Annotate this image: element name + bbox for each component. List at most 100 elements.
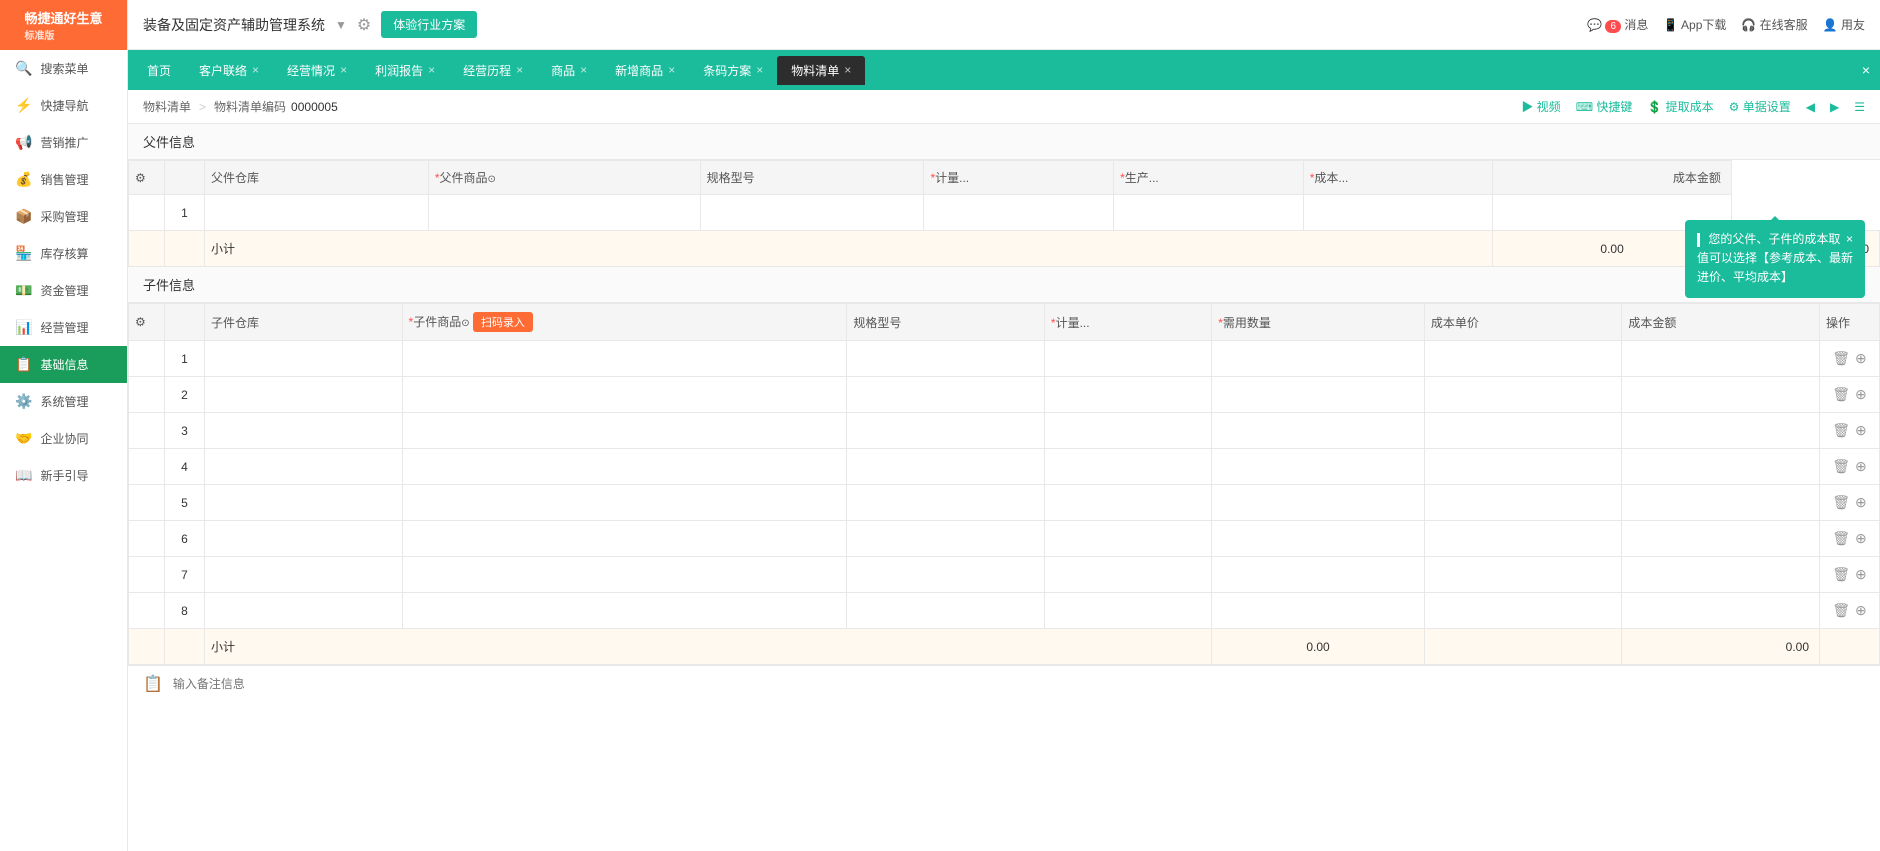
child-row5-unitcost[interactable] bbox=[1424, 485, 1622, 521]
child-row4-measure[interactable] bbox=[1044, 449, 1211, 485]
child-row2-measure[interactable] bbox=[1044, 377, 1211, 413]
child-row6-reqqty[interactable] bbox=[1212, 521, 1425, 557]
user-item[interactable]: 👤 用友 bbox=[1823, 16, 1865, 33]
child-row3-warehouse[interactable] bbox=[205, 413, 403, 449]
child-row7-measure[interactable] bbox=[1044, 557, 1211, 593]
tab-operations-close[interactable]: × bbox=[340, 63, 347, 77]
tab-goods[interactable]: 商品 × bbox=[537, 56, 601, 85]
tab-barcode[interactable]: 条码方案 × bbox=[689, 56, 777, 85]
child-row1-goods[interactable] bbox=[402, 341, 847, 377]
child-row8-warehouse[interactable] bbox=[205, 593, 403, 629]
copy-icon-row4[interactable]: ⊕ bbox=[1855, 458, 1867, 475]
copy-icon-row5[interactable]: ⊕ bbox=[1855, 494, 1867, 511]
tab-new-goods[interactable]: 新增商品 × bbox=[601, 56, 689, 85]
sidebar-item-guide[interactable]: 📖 新手引导 bbox=[0, 457, 127, 494]
child-row7-warehouse[interactable] bbox=[205, 557, 403, 593]
copy-icon-row6[interactable]: ⊕ bbox=[1855, 530, 1867, 547]
grid-view-icon[interactable]: ☰ bbox=[1854, 100, 1865, 114]
tab-customer-close[interactable]: × bbox=[252, 63, 259, 77]
nav-next[interactable]: ▶ bbox=[1830, 100, 1839, 114]
sidebar-item-search[interactable]: 🔍 搜索菜单 bbox=[0, 50, 127, 87]
scan-button[interactable]: 扫码录入 bbox=[473, 312, 533, 332]
child-row2-unitcost[interactable] bbox=[1424, 377, 1622, 413]
child-row4-spec[interactable] bbox=[847, 449, 1045, 485]
child-row2-goods[interactable] bbox=[402, 377, 847, 413]
sidebar-item-marketing[interactable]: 📢 营销推广 bbox=[0, 124, 127, 161]
action-cost[interactable]: 💲 提取成本 bbox=[1647, 98, 1713, 115]
tab-customer[interactable]: 客户联络 × bbox=[185, 56, 273, 85]
child-row4-unitcost[interactable] bbox=[1424, 449, 1622, 485]
child-row6-unitcost[interactable] bbox=[1424, 521, 1622, 557]
sidebar-item-system[interactable]: ⚙️ 系统管理 bbox=[0, 383, 127, 420]
child-row7-spec[interactable] bbox=[847, 557, 1045, 593]
child-row3-measure[interactable] bbox=[1044, 413, 1211, 449]
child-row2-reqqty[interactable] bbox=[1212, 377, 1425, 413]
child-row6-measure[interactable] bbox=[1044, 521, 1211, 557]
child-row5-warehouse[interactable] bbox=[205, 485, 403, 521]
settings-icon[interactable]: ⚙ bbox=[357, 15, 371, 35]
child-row2-warehouse[interactable] bbox=[205, 377, 403, 413]
tab-bom-close[interactable]: × bbox=[844, 63, 851, 77]
child-row4-goods[interactable] bbox=[402, 449, 847, 485]
parent-row1-cost[interactable] bbox=[1303, 195, 1493, 231]
tab-newgoods-close[interactable]: × bbox=[668, 63, 675, 77]
sidebar-item-collaboration[interactable]: 🤝 企业协同 bbox=[0, 420, 127, 457]
action-shortcut[interactable]: ⌨ 快捷键 bbox=[1576, 98, 1633, 115]
child-row6-goods[interactable] bbox=[402, 521, 847, 557]
close-all-tabs[interactable]: × bbox=[1857, 57, 1875, 83]
delete-icon-row3[interactable]: 🗑 bbox=[1832, 422, 1850, 439]
child-row8-spec[interactable] bbox=[847, 593, 1045, 629]
child-row1-reqqty[interactable] bbox=[1212, 341, 1425, 377]
child-row8-measure[interactable] bbox=[1044, 593, 1211, 629]
child-row6-spec[interactable] bbox=[847, 521, 1045, 557]
sidebar-item-basic-info[interactable]: 📋 基础信息 bbox=[0, 346, 127, 383]
child-settings-icon[interactable]: ⚙ bbox=[135, 315, 146, 329]
delete-icon-row6[interactable]: 🗑 bbox=[1832, 530, 1850, 547]
dropdown-arrow-icon[interactable]: ▼ bbox=[335, 18, 347, 32]
child-row3-reqqty[interactable] bbox=[1212, 413, 1425, 449]
sidebar-item-inventory[interactable]: 🏪 库存核算 bbox=[0, 235, 127, 272]
child-row7-goods[interactable] bbox=[402, 557, 847, 593]
sidebar-item-sales[interactable]: 💰 销售管理 bbox=[0, 161, 127, 198]
child-row8-unitcost[interactable] bbox=[1424, 593, 1622, 629]
child-row2-spec[interactable] bbox=[847, 377, 1045, 413]
child-row3-spec[interactable] bbox=[847, 413, 1045, 449]
delete-icon-row1[interactable]: 🗑 bbox=[1832, 350, 1850, 367]
action-settings[interactable]: ⚙ 单据设置 bbox=[1729, 98, 1791, 115]
child-row3-unitcost[interactable] bbox=[1424, 413, 1622, 449]
delete-icon-row2[interactable]: 🗑 bbox=[1832, 386, 1850, 403]
parent-row1-spec[interactable] bbox=[700, 195, 924, 231]
child-row4-reqqty[interactable] bbox=[1212, 449, 1425, 485]
child-row7-reqqty[interactable] bbox=[1212, 557, 1425, 593]
child-row5-spec[interactable] bbox=[847, 485, 1045, 521]
breadcrumb-bom[interactable]: 物料清单 bbox=[143, 98, 191, 115]
parent-row1-warehouse[interactable] bbox=[205, 195, 429, 231]
tab-home[interactable]: 首页 bbox=[133, 56, 185, 85]
child-row8-reqqty[interactable] bbox=[1212, 593, 1425, 629]
child-row1-unitcost[interactable] bbox=[1424, 341, 1622, 377]
delete-icon-row7[interactable]: 🗑 bbox=[1832, 566, 1850, 583]
note-input[interactable] bbox=[173, 677, 1865, 691]
child-row8-goods[interactable] bbox=[402, 593, 847, 629]
child-col-settings[interactable]: ⚙ bbox=[129, 304, 165, 341]
tab-history-close[interactable]: × bbox=[516, 63, 523, 77]
sidebar-item-quick-nav[interactable]: ⚡ 快捷导航 bbox=[0, 87, 127, 124]
tooltip-close-button[interactable]: × bbox=[1846, 230, 1853, 249]
delete-icon-row5[interactable]: 🗑 bbox=[1832, 494, 1850, 511]
parent-row1-production[interactable] bbox=[1114, 195, 1304, 231]
child-row7-unitcost[interactable] bbox=[1424, 557, 1622, 593]
child-row3-goods[interactable] bbox=[402, 413, 847, 449]
copy-icon-row3[interactable]: ⊕ bbox=[1855, 422, 1867, 439]
tab-history[interactable]: 经营历程 × bbox=[449, 56, 537, 85]
online-service-item[interactable]: 🎧 在线客服 bbox=[1741, 16, 1807, 33]
nav-prev[interactable]: ◀ bbox=[1806, 100, 1815, 114]
parent-row1-measure[interactable] bbox=[924, 195, 1114, 231]
tab-profit[interactable]: 利润报告 × bbox=[361, 56, 449, 85]
tab-barcode-close[interactable]: × bbox=[756, 63, 763, 77]
child-row1-spec[interactable] bbox=[847, 341, 1045, 377]
copy-icon-row2[interactable]: ⊕ bbox=[1855, 386, 1867, 403]
parent-col-settings[interactable]: ⚙ bbox=[129, 161, 165, 195]
app-download-item[interactable]: 📱 App下载 bbox=[1663, 16, 1726, 33]
sidebar-item-purchase[interactable]: 📦 采购管理 bbox=[0, 198, 127, 235]
child-row1-warehouse[interactable] bbox=[205, 341, 403, 377]
